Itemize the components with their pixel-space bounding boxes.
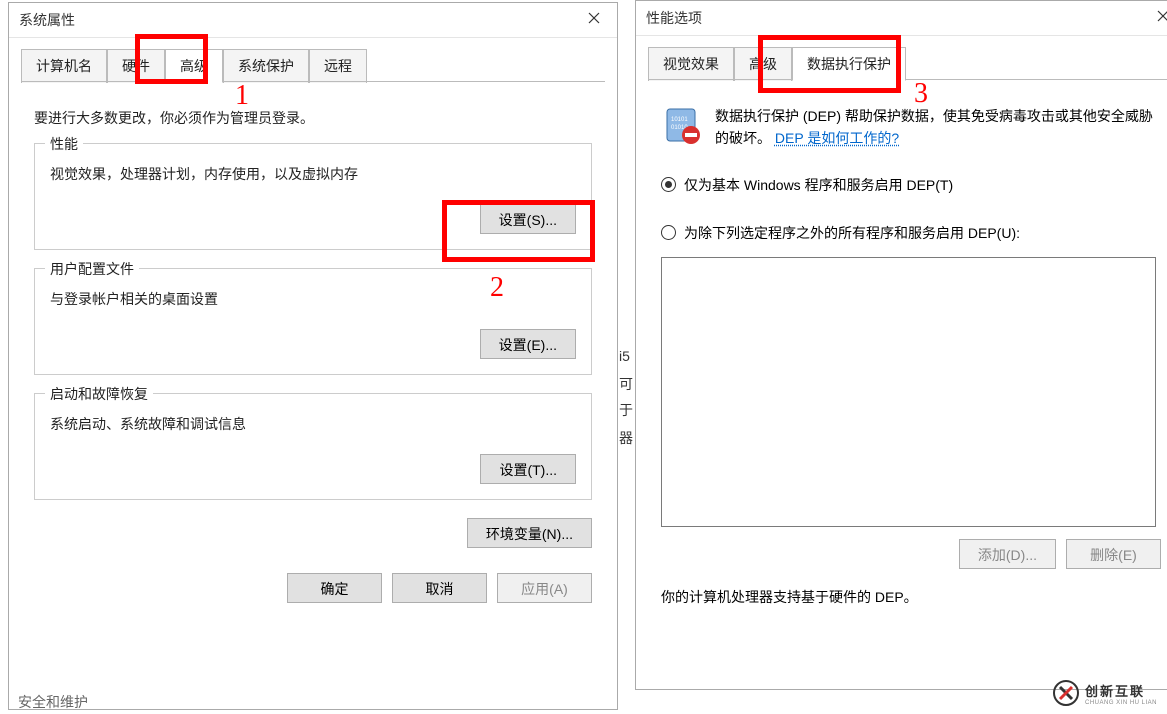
annotation-label-2: 2 bbox=[490, 272, 504, 304]
tab-system-protection[interactable]: 系统保护 bbox=[223, 49, 309, 83]
perf-group: 性能 视觉效果，处理器计划，内存使用，以及虚拟内存 设置(S)... bbox=[34, 143, 592, 250]
close-button-left[interactable] bbox=[571, 3, 617, 33]
radio-basic-label: 仅为基本 Windows 程序和服务启用 DEP(T) bbox=[684, 175, 953, 195]
logo-x-icon bbox=[1053, 680, 1079, 706]
side-char-b: 可 bbox=[619, 374, 633, 394]
remove-button[interactable]: 删除(E) bbox=[1066, 539, 1161, 569]
close-icon bbox=[588, 12, 600, 24]
logo-sub: CHUANG XIN HU LIAN bbox=[1085, 700, 1157, 706]
titlebar-left: 系统属性 bbox=[9, 3, 617, 38]
annotation-label-3: 3 bbox=[914, 78, 928, 110]
content-left: 要进行大多数更改，你必须作为管理员登录。 性能 视觉效果，处理器计划，内存使用，… bbox=[9, 82, 617, 563]
title-left: 系统属性 bbox=[19, 10, 75, 30]
tab-remote[interactable]: 远程 bbox=[309, 49, 367, 83]
svg-text:10101: 10101 bbox=[671, 117, 688, 123]
bottom-buttons-left: 确定 取消 应用(A) bbox=[9, 563, 617, 618]
tab-advanced-right[interactable]: 高级 bbox=[734, 47, 792, 81]
side-char-d: 器 bbox=[619, 428, 633, 448]
dep-icon: 10101 01010 bbox=[661, 105, 703, 147]
intro-text: 要进行大多数更改，你必须作为管理员登录。 bbox=[34, 107, 592, 129]
radio-basic[interactable] bbox=[661, 177, 676, 192]
content-right: 10101 01010 数据执行保护 (DEP) 帮助保护数据，使其免受病毒攻击… bbox=[636, 80, 1167, 622]
side-char-a: i5 bbox=[619, 348, 630, 364]
apply-button[interactable]: 应用(A) bbox=[497, 573, 592, 603]
radio-all-row[interactable]: 为除下列选定程序之外的所有程序和服务启用 DEP(U): bbox=[661, 223, 1161, 243]
dep-program-list[interactable] bbox=[661, 257, 1156, 527]
ok-button[interactable]: 确定 bbox=[287, 573, 382, 603]
profile-group: 用户配置文件 与登录帐户相关的桌面设置 设置(E)... bbox=[34, 268, 592, 375]
perf-settings-button[interactable]: 设置(S)... bbox=[480, 204, 576, 234]
close-button-right[interactable] bbox=[1140, 1, 1167, 31]
perf-group-title: 性能 bbox=[45, 134, 83, 154]
logo-text: 创新互联 bbox=[1085, 681, 1157, 700]
dep-note: 你的计算机处理器支持基于硬件的 DEP。 bbox=[661, 587, 1161, 607]
tab-dep[interactable]: 数据执行保护 bbox=[792, 47, 906, 81]
dep-link[interactable]: DEP 是如何工作的? bbox=[775, 130, 899, 146]
startup-group-desc: 系统启动、系统故障和调试信息 bbox=[50, 414, 576, 434]
radio-basic-row[interactable]: 仅为基本 Windows 程序和服务启用 DEP(T) bbox=[661, 175, 1161, 195]
annotation-label-1: 1 bbox=[235, 80, 249, 112]
tab-hardware[interactable]: 硬件 bbox=[107, 49, 165, 83]
title-right: 性能选项 bbox=[646, 8, 702, 28]
add-button[interactable]: 添加(D)... bbox=[959, 539, 1056, 569]
dep-desc-row: 数据执行保护 (DEP) 帮助保护数据，使其免受病毒攻击或其他安全威胁的破坏。 … bbox=[715, 105, 1161, 150]
startup-settings-button[interactable]: 设置(T)... bbox=[480, 454, 576, 484]
logo: 创新互联 CHUANG XIN HU LIAN bbox=[1053, 680, 1157, 706]
perf-group-desc: 视觉效果，处理器计划，内存使用，以及虚拟内存 bbox=[50, 164, 576, 184]
tab-advanced[interactable]: 高级 bbox=[165, 49, 223, 83]
close-icon bbox=[1157, 10, 1167, 22]
startup-group-title: 启动和故障恢复 bbox=[45, 384, 153, 404]
tab-visual-effects[interactable]: 视觉效果 bbox=[648, 47, 734, 81]
radio-all[interactable] bbox=[661, 225, 676, 240]
titlebar-right: 性能选项 bbox=[636, 1, 1167, 36]
bottom-stripe: 安全和维护 bbox=[18, 692, 88, 712]
profile-group-title: 用户配置文件 bbox=[45, 259, 139, 279]
cancel-button[interactable]: 取消 bbox=[392, 573, 487, 603]
radio-all-label: 为除下列选定程序之外的所有程序和服务启用 DEP(U): bbox=[684, 223, 1020, 243]
startup-group: 启动和故障恢复 系统启动、系统故障和调试信息 设置(T)... bbox=[34, 393, 592, 500]
system-properties-dialog: 系统属性 计算机名 硬件 高级 系统保护 远程 要进行大多数更改，你必须作为管理… bbox=[8, 2, 618, 710]
side-char-c: 于 bbox=[619, 400, 633, 420]
tab-computer-name[interactable]: 计算机名 bbox=[21, 49, 107, 83]
env-vars-button[interactable]: 环境变量(N)... bbox=[467, 518, 592, 548]
tabs-right: 视觉效果 高级 数据执行保护 bbox=[636, 36, 1167, 80]
profile-settings-button[interactable]: 设置(E)... bbox=[480, 329, 576, 359]
tabs-left: 计算机名 硬件 高级 系统保护 远程 bbox=[9, 38, 617, 82]
performance-options-dialog: 性能选项 视觉效果 高级 数据执行保护 10101 01010 数据执行保护 (… bbox=[635, 0, 1167, 690]
